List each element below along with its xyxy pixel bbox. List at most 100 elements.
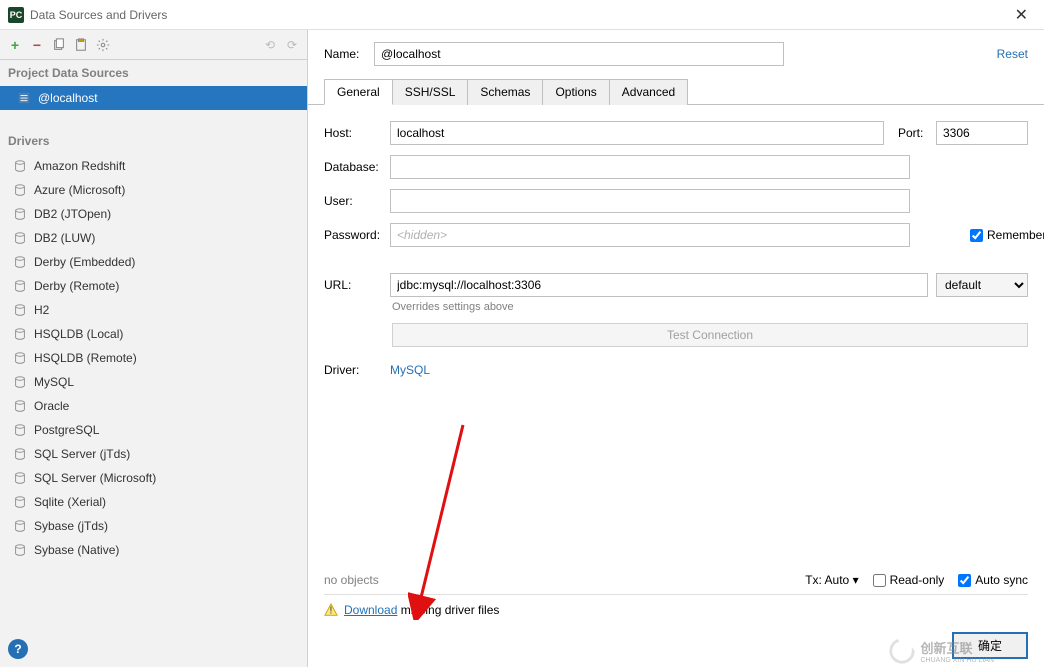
- driver-icon: [12, 158, 28, 174]
- copy-button[interactable]: [50, 36, 68, 54]
- driver-icon: [12, 326, 28, 342]
- driver-item[interactable]: Sybase (Native): [0, 538, 307, 562]
- driver-item[interactable]: SQL Server (Microsoft): [0, 466, 307, 490]
- drivers-list: Amazon Redshift Azure (Microsoft) DB2 (JTO…: [0, 154, 307, 667]
- driver-label: Sqlite (Xerial): [34, 495, 106, 509]
- chevron-down-icon: ▾: [853, 573, 859, 587]
- svg-text:!: !: [330, 605, 333, 617]
- driver-icon: [12, 518, 28, 534]
- driver-icon: [12, 494, 28, 510]
- database-input[interactable]: [390, 155, 910, 179]
- name-label: Name:: [324, 47, 364, 61]
- driver-label: SQL Server (Microsoft): [34, 471, 156, 485]
- database-label: Database:: [324, 160, 382, 174]
- app-icon: PC: [8, 7, 24, 23]
- driver-label: DB2 (LUW): [34, 231, 95, 245]
- redo-button[interactable]: ⟳: [283, 36, 301, 54]
- driver-item[interactable]: Amazon Redshift: [0, 154, 307, 178]
- driver-item[interactable]: Oracle: [0, 394, 307, 418]
- url-hint: Overrides settings above: [324, 301, 1028, 313]
- driver-label: Derby (Remote): [34, 279, 119, 293]
- driver-label: HSQLDB (Remote): [34, 351, 137, 365]
- driver-label: Driver:: [324, 363, 382, 377]
- name-input[interactable]: [374, 42, 784, 66]
- host-label: Host:: [324, 126, 382, 140]
- password-label: Password:: [324, 228, 382, 242]
- brand-watermark: 创新互联 CHUANG XIN HU LIAN: [888, 637, 994, 665]
- tab-options[interactable]: Options: [542, 79, 609, 105]
- paste-button[interactable]: [72, 36, 90, 54]
- remember-password-checkbox[interactable]: Remember password: [970, 228, 1028, 242]
- driver-label: Sybase (Native): [34, 543, 119, 557]
- sidebar-toolbar: + − ⟲ ⟳: [0, 30, 307, 60]
- autosync-checkbox[interactable]: Auto sync: [958, 573, 1028, 587]
- driver-link[interactable]: MySQL: [390, 363, 430, 377]
- driver-icon: [12, 422, 28, 438]
- driver-item[interactable]: DB2 (JTOpen): [0, 202, 307, 226]
- driver-item[interactable]: Sqlite (Xerial): [0, 490, 307, 514]
- user-input[interactable]: [390, 189, 910, 213]
- url-input[interactable]: [390, 273, 928, 297]
- tx-control[interactable]: Tx: Auto ▾: [805, 573, 858, 587]
- readonly-checkbox[interactable]: Read-only: [873, 573, 945, 587]
- driver-icon: [12, 398, 28, 414]
- driver-item[interactable]: Derby (Remote): [0, 274, 307, 298]
- driver-item[interactable]: PostgreSQL: [0, 418, 307, 442]
- driver-item[interactable]: H2: [0, 298, 307, 322]
- sidebar: + − ⟲ ⟳ Project Data Sources @localhost: [0, 30, 308, 667]
- close-icon[interactable]: ✕: [1007, 5, 1036, 25]
- driver-label: Derby (Embedded): [34, 255, 135, 269]
- tab-advanced[interactable]: Advanced: [609, 79, 688, 105]
- help-button[interactable]: ?: [8, 639, 28, 659]
- reset-link[interactable]: Reset: [997, 47, 1028, 61]
- driver-label: HSQLDB (Local): [34, 327, 123, 341]
- host-input[interactable]: [390, 121, 884, 145]
- undo-button[interactable]: ⟲: [261, 36, 279, 54]
- driver-item[interactable]: HSQLDB (Remote): [0, 346, 307, 370]
- driver-icon: [12, 182, 28, 198]
- download-row: ! Download missing driver files: [324, 594, 1028, 617]
- driver-item[interactable]: Sybase (jTds): [0, 514, 307, 538]
- window-title: Data Sources and Drivers: [30, 8, 167, 22]
- add-button[interactable]: +: [6, 36, 24, 54]
- download-link[interactable]: Download: [344, 603, 397, 617]
- settings-button[interactable]: [94, 36, 112, 54]
- password-input[interactable]: [390, 223, 910, 247]
- remember-password-input[interactable]: [970, 229, 983, 242]
- url-label: URL:: [324, 278, 382, 292]
- driver-item[interactable]: Azure (Microsoft): [0, 178, 307, 202]
- driver-label: MySQL: [34, 375, 74, 389]
- tab-sshssl[interactable]: SSH/SSL: [392, 79, 469, 105]
- driver-label: Sybase (jTds): [34, 519, 108, 533]
- port-input[interactable]: [936, 121, 1028, 145]
- datasource-localhost[interactable]: @localhost: [0, 86, 307, 110]
- tab-schemas[interactable]: Schemas: [467, 79, 543, 105]
- driver-item[interactable]: SQL Server (jTds): [0, 442, 307, 466]
- warning-icon: !: [324, 603, 338, 617]
- driver-label: Amazon Redshift: [34, 159, 125, 173]
- test-connection-button[interactable]: Test Connection: [392, 323, 1028, 347]
- driver-item[interactable]: DB2 (LUW): [0, 226, 307, 250]
- url-mode-select[interactable]: default: [936, 273, 1028, 297]
- no-objects-label: no objects: [324, 573, 379, 587]
- driver-icon: [12, 350, 28, 366]
- port-label: Port:: [898, 126, 928, 140]
- driver-item[interactable]: MySQL: [0, 370, 307, 394]
- datasource-label: @localhost: [38, 91, 98, 105]
- driver-icon: [12, 374, 28, 390]
- driver-icon: [12, 206, 28, 222]
- tab-general[interactable]: General: [324, 79, 393, 105]
- driver-item[interactable]: Derby (Embedded): [0, 250, 307, 274]
- driver-item[interactable]: HSQLDB (Local): [0, 322, 307, 346]
- footer-status: no objects Tx: Auto ▾ Read-only Auto syn…: [324, 573, 1028, 587]
- driver-label: PostgreSQL: [34, 423, 99, 437]
- driver-icon: [12, 446, 28, 462]
- driver-icon: [12, 302, 28, 318]
- driver-label: DB2 (JTOpen): [34, 207, 111, 221]
- remove-button[interactable]: −: [28, 36, 46, 54]
- driver-label: Azure (Microsoft): [34, 183, 125, 197]
- content-panel: Name: Reset GeneralSSH/SSLSchemasOptions…: [308, 30, 1044, 667]
- driver-label: H2: [34, 303, 49, 317]
- driver-label: Oracle: [34, 399, 69, 413]
- titlebar: PC Data Sources and Drivers ✕: [0, 0, 1044, 30]
